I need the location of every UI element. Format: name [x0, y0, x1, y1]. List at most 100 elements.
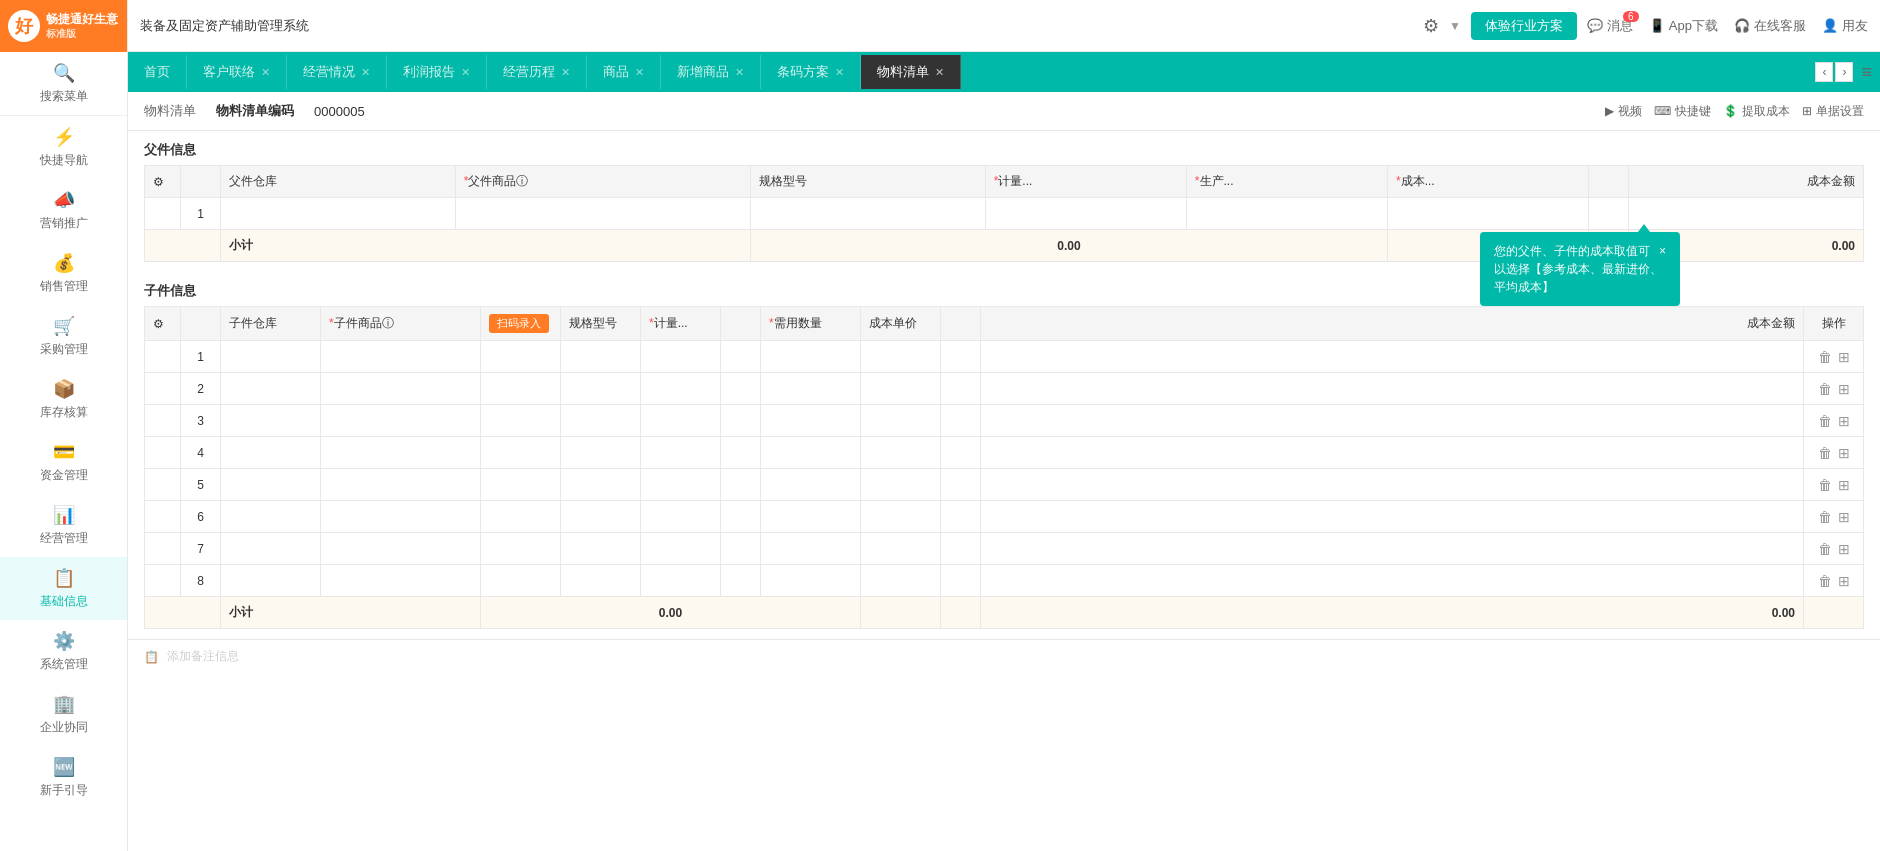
child-row2-delete-icon[interactable]: 🗑 — [1818, 381, 1832, 397]
shortcut-button[interactable]: ⌨ 快捷键 — [1654, 103, 1711, 120]
child-row4-unit[interactable] — [641, 437, 721, 469]
child-row7-unit[interactable] — [641, 533, 721, 565]
child-row4-unit-price[interactable] — [861, 437, 941, 469]
sidebar-item-search[interactable]: 🔍 搜索菜单 — [0, 52, 127, 116]
child-row1-delete-icon[interactable]: 🗑 — [1818, 349, 1832, 365]
parent-col-settings[interactable]: ⚙ — [145, 166, 181, 198]
child-row4-delete-icon[interactable]: 🗑 — [1818, 445, 1832, 461]
user-item[interactable]: 👤 用友 — [1822, 17, 1868, 35]
tab-close-add-product[interactable]: ✕ — [735, 66, 744, 79]
child-row6-delete-icon[interactable]: 🗑 — [1818, 509, 1832, 525]
child-row6-copy-icon[interactable]: ⊞ — [1838, 509, 1850, 525]
tab-close-product[interactable]: ✕ — [635, 66, 644, 79]
sidebar-item-marketing[interactable]: 📣 营销推广 — [0, 179, 127, 242]
view-video-button[interactable]: ▶ 视频 — [1605, 103, 1642, 120]
tab-next-button[interactable]: › — [1835, 62, 1853, 82]
child-row3-unit[interactable] — [641, 405, 721, 437]
tab-close-history[interactable]: ✕ — [561, 66, 570, 79]
child-row1-unit-price[interactable] — [861, 341, 941, 373]
child-row2-copy-icon[interactable]: ⊞ — [1838, 381, 1850, 397]
child-row1-spec[interactable] — [561, 341, 641, 373]
scan-input-button[interactable]: 扫码录入 — [489, 314, 549, 333]
child-row2-qty[interactable] — [761, 373, 861, 405]
sidebar-item-guide[interactable]: 🆕 新手引导 — [0, 746, 127, 809]
settings-gear-icon[interactable]: ⚙ — [1423, 15, 1439, 37]
child-row2-unit[interactable] — [641, 373, 721, 405]
parent-row1-spec[interactable] — [750, 198, 985, 230]
child-row8-qty[interactable] — [761, 565, 861, 597]
tab-prev-button[interactable]: ‹ — [1815, 62, 1833, 82]
sidebar-item-business[interactable]: 📊 经营管理 — [0, 494, 127, 557]
child-row1-qty[interactable] — [761, 341, 861, 373]
parent-row1-cost[interactable] — [1388, 198, 1589, 230]
tab-close-barcode[interactable]: ✕ — [835, 66, 844, 79]
tab-profit[interactable]: 利润报告 ✕ — [387, 55, 487, 89]
child-row4-qty[interactable] — [761, 437, 861, 469]
child-row5-qty[interactable] — [761, 469, 861, 501]
child-row5-warehouse[interactable] — [221, 469, 321, 501]
child-row3-warehouse[interactable] — [221, 405, 321, 437]
child-row6-qty[interactable] — [761, 501, 861, 533]
sidebar-item-system[interactable]: ⚙️ 系统管理 — [0, 620, 127, 683]
tab-customer[interactable]: 客户联络 ✕ — [187, 55, 287, 89]
tab-close-profit[interactable]: ✕ — [461, 66, 470, 79]
child-row4-spec[interactable] — [561, 437, 641, 469]
extract-cost-button[interactable]: 💲 提取成本 — [1723, 103, 1790, 120]
child-row6-product[interactable] — [321, 501, 481, 533]
child-row5-unit[interactable] — [641, 469, 721, 501]
trial-button[interactable]: 体验行业方案 — [1471, 12, 1577, 40]
child-row2-warehouse[interactable] — [221, 373, 321, 405]
tab-product[interactable]: 商品 ✕ — [587, 55, 661, 89]
child-row8-copy-icon[interactable]: ⊞ — [1838, 573, 1850, 589]
parent-row1-unit[interactable] — [985, 198, 1186, 230]
dropdown-arrow-icon[interactable]: ▼ — [1449, 19, 1461, 33]
child-row5-unit-price[interactable] — [861, 469, 941, 501]
note-text[interactable]: 添加备注信息 — [167, 648, 239, 665]
child-row7-qty[interactable] — [761, 533, 861, 565]
sidebar-item-finance[interactable]: 💳 资金管理 — [0, 431, 127, 494]
sidebar-item-basic-info[interactable]: 📋 基础信息 — [0, 557, 127, 620]
child-row8-delete-icon[interactable]: 🗑 — [1818, 573, 1832, 589]
child-row3-product[interactable] — [321, 405, 481, 437]
child-row6-spec[interactable] — [561, 501, 641, 533]
tab-add-product[interactable]: 新增商品 ✕ — [661, 55, 761, 89]
child-row3-spec[interactable] — [561, 405, 641, 437]
tab-close-customer[interactable]: ✕ — [261, 66, 270, 79]
child-row5-delete-icon[interactable]: 🗑 — [1818, 477, 1832, 493]
child-row6-unit[interactable] — [641, 501, 721, 533]
parent-row1-produce[interactable] — [1186, 198, 1387, 230]
sidebar-item-inventory[interactable]: 📦 库存核算 — [0, 368, 127, 431]
sidebar-item-sales[interactable]: 💰 销售管理 — [0, 242, 127, 305]
child-row7-unit-price[interactable] — [861, 533, 941, 565]
child-row2-spec[interactable] — [561, 373, 641, 405]
sidebar-item-purchase[interactable]: 🛒 采购管理 — [0, 305, 127, 368]
tab-home[interactable]: 首页 — [128, 55, 187, 89]
tab-close-bom[interactable]: ✕ — [935, 66, 944, 79]
parent-row1-product[interactable] — [455, 198, 750, 230]
close-all-tabs-button[interactable]: ≡ — [1853, 62, 1880, 83]
tab-history[interactable]: 经营历程 ✕ — [487, 55, 587, 89]
child-row7-spec[interactable] — [561, 533, 641, 565]
child-row5-product[interactable] — [321, 469, 481, 501]
child-row5-copy-icon[interactable]: ⊞ — [1838, 477, 1850, 493]
online-service-item[interactable]: 🎧 在线客服 — [1734, 17, 1806, 35]
sidebar-item-enterprise[interactable]: 🏢 企业协同 — [0, 683, 127, 746]
bill-settings-button[interactable]: ⊞ 单据设置 — [1802, 103, 1864, 120]
child-row3-qty[interactable] — [761, 405, 861, 437]
child-row4-product[interactable] — [321, 437, 481, 469]
child-row6-warehouse[interactable] — [221, 501, 321, 533]
child-row8-unit-price[interactable] — [861, 565, 941, 597]
child-row7-delete-icon[interactable]: 🗑 — [1818, 541, 1832, 557]
child-row4-warehouse[interactable] — [221, 437, 321, 469]
breadcrumb-bom[interactable]: 物料清单 — [144, 102, 196, 120]
child-row4-copy-icon[interactable]: ⊞ — [1838, 445, 1850, 461]
child-row3-unit-price[interactable] — [861, 405, 941, 437]
child-row1-product[interactable] — [321, 341, 481, 373]
tab-bom[interactable]: 物料清单 ✕ — [861, 55, 961, 89]
child-row2-unit-price[interactable] — [861, 373, 941, 405]
child-row8-product[interactable] — [321, 565, 481, 597]
child-row1-warehouse[interactable] — [221, 341, 321, 373]
child-row3-copy-icon[interactable]: ⊞ — [1838, 413, 1850, 429]
parent-row1-warehouse[interactable] — [221, 198, 456, 230]
tab-operation[interactable]: 经营情况 ✕ — [287, 55, 387, 89]
